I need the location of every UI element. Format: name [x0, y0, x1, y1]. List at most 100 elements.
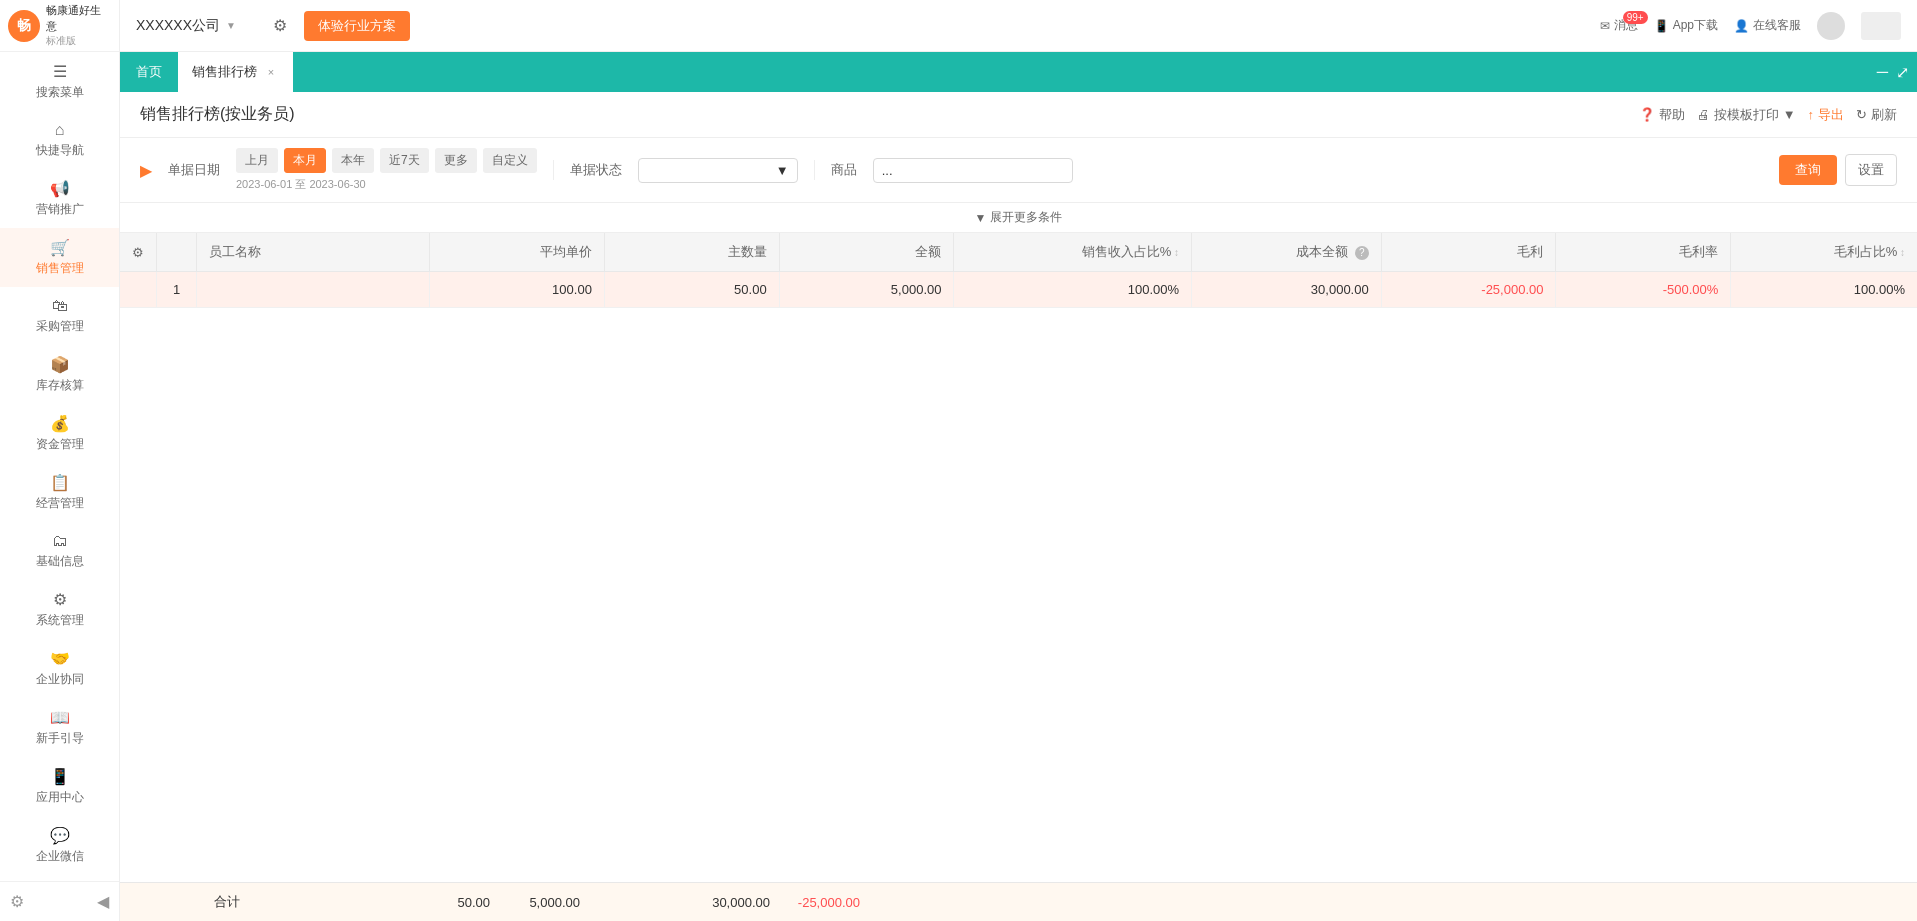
td-gross-pct-0: 100.00% — [1731, 272, 1917, 308]
sidebar-item-enterprise[interactable]: 🤝 企业协同 — [0, 639, 119, 698]
app-download-btn[interactable]: 📱 App下载 — [1654, 17, 1718, 34]
date-year-btn[interactable]: 本年 — [332, 148, 374, 173]
tab-close-btn[interactable]: × — [263, 64, 279, 80]
export-btn[interactable]: ↑ 导出 — [1808, 106, 1845, 124]
message-icon: ✉ — [1600, 19, 1610, 33]
user-avatar[interactable] — [1817, 12, 1845, 40]
apps-icon: 📱 — [50, 767, 70, 786]
sidebar-item-finance[interactable]: 💰 资金管理 — [0, 404, 119, 463]
expand-arrow[interactable]: ▶ — [140, 161, 152, 180]
footer-total-label-text: 合计 — [202, 893, 322, 911]
date-label: 单据日期 — [168, 161, 220, 179]
refresh-btn[interactable]: ↻ 刷新 — [1856, 106, 1897, 124]
sidebar-item-shortcut[interactable]: ⌂ 快捷导航 — [0, 111, 119, 169]
company-selector[interactable]: XXXXXX公司 ▼ — [136, 17, 256, 35]
sidebar-item-operations[interactable]: 📋 经营管理 — [0, 463, 119, 522]
sidebar-item-system[interactable]: ⚙ 系统管理 — [0, 580, 119, 639]
filter-row: ▶ 单据日期 上月 本月 本年 近7天 更多 自定义 2023-06-01 至 … — [140, 148, 1897, 192]
search-icon: ☰ — [53, 62, 67, 81]
logo-sub-title: 标准版 — [46, 34, 111, 48]
refresh-label: 刷新 — [1871, 106, 1897, 124]
settings-icon[interactable]: ⚙ — [10, 892, 24, 911]
tab-bar: 首页 销售排行榜 × ─ ⤢ — [120, 52, 1917, 92]
settings-gear-btn[interactable]: ⚙ — [266, 12, 294, 40]
operations-icon: 📋 — [50, 473, 70, 492]
sidebar-item-wechat[interactable]: 💬 企业微信 — [0, 816, 119, 875]
sidebar-item-basic[interactable]: 🗂 基础信息 — [0, 522, 119, 580]
date-current-month-btn[interactable]: 本月 — [284, 148, 326, 173]
cost-info-icon[interactable]: ? — [1355, 246, 1369, 260]
th-avg-price: 平均单价 — [430, 233, 605, 272]
company-dropdown-arrow: ▼ — [226, 20, 236, 31]
status-label: 单据状态 — [570, 161, 622, 179]
app-icon: 📱 — [1654, 19, 1669, 33]
date-custom-btn[interactable]: 自定义 — [483, 148, 537, 173]
status-dropdown-icon: ▼ — [776, 163, 789, 178]
sidebar-label-shortcut: 快捷导航 — [36, 142, 84, 159]
date-7days-btn[interactable]: 近7天 — [380, 148, 429, 173]
goods-label: 商品 — [831, 161, 857, 179]
th-gross-rate: 毛利率 — [1556, 233, 1731, 272]
sidebar-item-guide[interactable]: 📖 新手引导 — [0, 698, 119, 757]
th-gross-pct[interactable]: 毛利占比% — [1731, 233, 1917, 272]
inventory-icon: 📦 — [50, 355, 70, 374]
action-buttons: 查询 设置 — [1779, 154, 1897, 186]
date-shortcuts: 上月 本月 本年 近7天 更多 自定义 — [236, 148, 537, 173]
tab-sales-ranking[interactable]: 销售排行榜 × — [178, 52, 293, 92]
enterprise-icon: 🤝 — [50, 649, 70, 668]
collapse-sidebar-icon[interactable]: ◀ — [97, 892, 109, 911]
date-prev-month-btn[interactable]: 上月 — [236, 148, 278, 173]
query-btn[interactable]: 查询 — [1779, 155, 1837, 185]
sidebar-item-sales[interactable]: 🛒 销售管理 — [0, 228, 119, 287]
print-btn[interactable]: 🖨 按模板打印 ▼ — [1697, 106, 1796, 124]
purchase-icon: 🛍 — [52, 297, 68, 315]
finance-icon: 💰 — [50, 414, 70, 433]
sidebar-item-inventory[interactable]: 📦 库存核算 — [0, 345, 119, 404]
sidebar-item-search[interactable]: ☰ 搜索菜单 — [0, 52, 119, 111]
th-rank — [157, 233, 197, 272]
td-cost-amount-0: 30,000.00 — [1192, 272, 1382, 308]
trial-btn[interactable]: 体验行业方案 — [304, 11, 410, 41]
filter-divider-1 — [553, 160, 554, 180]
footer-gross: -25,000.00 — [782, 895, 872, 910]
tab-minimize-btn[interactable]: ─ — [1877, 63, 1888, 81]
tab-expand-btn[interactable]: ⤢ — [1896, 63, 1909, 82]
logo-icon: 畅 — [8, 10, 40, 42]
page-title: 销售排行榜(按业务员) — [140, 104, 295, 125]
tab-home[interactable]: 首页 — [120, 52, 178, 92]
user-info[interactable] — [1861, 12, 1901, 40]
th-main-qty: 主数量 — [604, 233, 779, 272]
message-btn[interactable]: ✉ 消息 99+ — [1600, 17, 1638, 34]
tab-label: 销售排行榜 — [192, 63, 257, 81]
sidebar-nav: ☰ 搜索菜单 ⌂ 快捷导航 📢 营销推广 🛒 销售管理 🛍 采购管理 📦 库存核… — [0, 52, 119, 881]
sidebar-item-apps[interactable]: 📱 应用中心 — [0, 757, 119, 816]
export-icon: ↑ — [1808, 107, 1815, 122]
company-name: XXXXXX公司 — [136, 17, 220, 35]
basic-icon: 🗂 — [52, 532, 68, 550]
help-btn[interactable]: ❓ 帮助 — [1639, 106, 1685, 124]
table-settings-btn[interactable]: 设置 — [1845, 154, 1897, 186]
main-area: XXXXXX公司 ▼ ⚙ 体验行业方案 ✉ 消息 99+ 📱 App下载 👤 在… — [120, 0, 1917, 921]
export-label: 导出 — [1818, 106, 1844, 124]
td-gross-0: -25,000.00 — [1381, 272, 1556, 308]
td-amount-0: 5,000.00 — [779, 272, 954, 308]
th-cost-amount: 成本全额 ? — [1192, 233, 1382, 272]
date-range-text: 2023-06-01 至 2023-06-30 — [236, 177, 537, 192]
goods-placeholder: ... — [882, 163, 893, 178]
marketing-icon: 📢 — [50, 179, 70, 198]
wechat-icon: 💬 — [50, 826, 70, 845]
online-service-btn[interactable]: 👤 在线客服 — [1734, 17, 1801, 34]
sidebar-item-marketing[interactable]: 📢 营销推广 — [0, 169, 119, 228]
status-select[interactable]: ▼ — [638, 158, 798, 183]
sales-icon: 🛒 — [50, 238, 70, 257]
th-settings[interactable]: ⚙ — [120, 233, 157, 272]
goods-select[interactable]: ... — [873, 158, 1073, 183]
date-more-btn[interactable]: 更多 — [435, 148, 477, 173]
sidebar-item-purchase[interactable]: 🛍 采购管理 — [0, 287, 119, 345]
table-footer: 合计 50.00 5,000.00 30,000.00 -25,000.00 — [120, 882, 1917, 921]
print-label: 按模板打印 — [1714, 106, 1779, 124]
expand-more-bar[interactable]: ▼ 展开更多条件 — [120, 203, 1917, 233]
th-sales-pct[interactable]: 销售收入占比% — [954, 233, 1192, 272]
td-settings-0[interactable] — [120, 272, 157, 308]
sidebar-bottom: ⚙ ◀ — [0, 881, 119, 921]
